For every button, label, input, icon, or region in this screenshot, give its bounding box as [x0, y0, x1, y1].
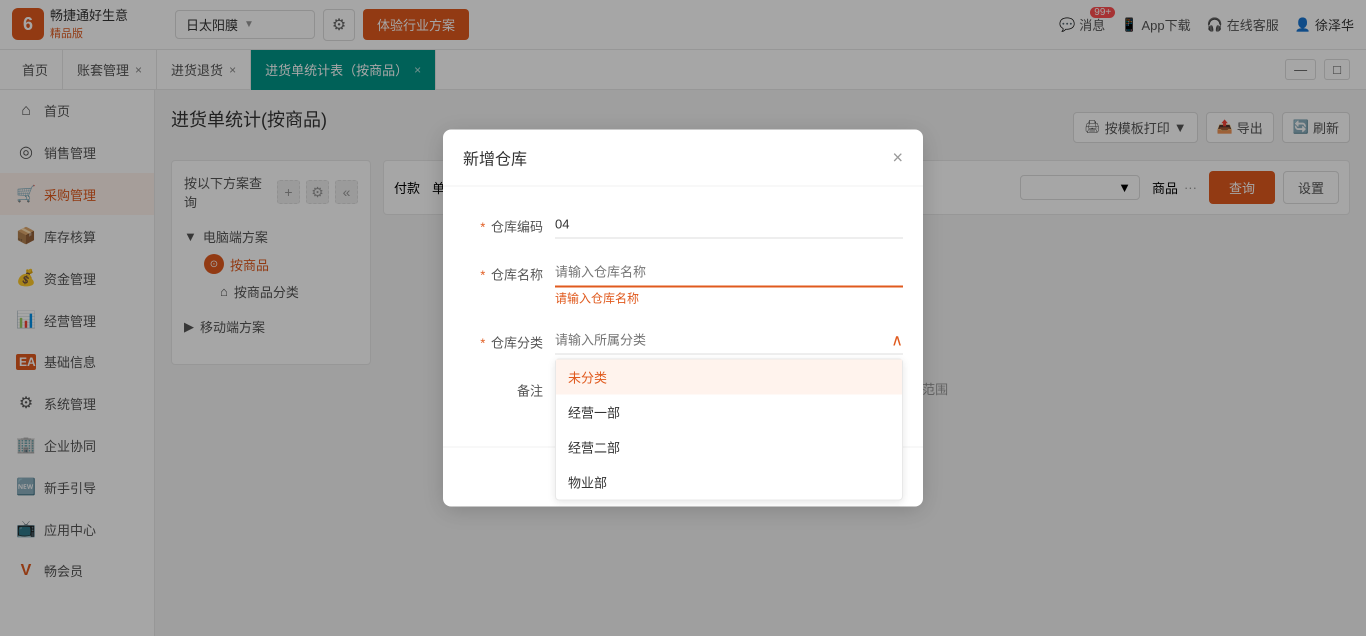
name-label: * 仓库名称 [463, 259, 543, 284]
code-field-row: * 仓库编码 [463, 211, 903, 239]
new-warehouse-dialog: 新增仓库 × * 仓库编码 * 仓库名称 请输入仓库名称 * [443, 130, 923, 507]
dropdown-item-uncategorized[interactable]: 未分类 [556, 360, 902, 395]
dialog-close-button[interactable]: × [892, 147, 903, 168]
name-field-wrapper: 请输入仓库名称 [555, 259, 903, 307]
category-field-row: * 仓库分类 ∧ 未分类 经营一部 经营二部 物业部 [463, 327, 903, 355]
dialog-header: 新增仓库 × [443, 130, 923, 187]
dropdown-item-dept1[interactable]: 经营一部 [556, 395, 902, 430]
category-arrow-icon[interactable]: ∧ [891, 331, 903, 351]
dialog-body: * 仓库编码 * 仓库名称 请输入仓库名称 * 仓库分类 ∧ [443, 187, 923, 447]
name-error-hint: 请输入仓库名称 [555, 290, 903, 307]
dropdown-item-dept2[interactable]: 经营二部 [556, 430, 902, 465]
name-required-mark: * [480, 268, 485, 283]
code-required-mark: * [480, 220, 485, 235]
dialog-title: 新增仓库 [463, 146, 527, 170]
category-dropdown: 未分类 经营一部 经营二部 物业部 [555, 359, 903, 501]
name-input[interactable] [555, 259, 903, 288]
code-input[interactable] [555, 211, 903, 239]
dropdown-item-dept3[interactable]: 物业部 [556, 465, 902, 500]
name-field-row: * 仓库名称 请输入仓库名称 [463, 259, 903, 307]
note-label: 备注 [463, 375, 543, 400]
category-input[interactable] [555, 327, 903, 355]
cat-required-mark: * [480, 336, 485, 351]
category-label: * 仓库分类 [463, 327, 543, 352]
code-label: * 仓库编码 [463, 211, 543, 236]
category-select-wrapper: ∧ 未分类 经营一部 经营二部 物业部 [555, 327, 903, 355]
